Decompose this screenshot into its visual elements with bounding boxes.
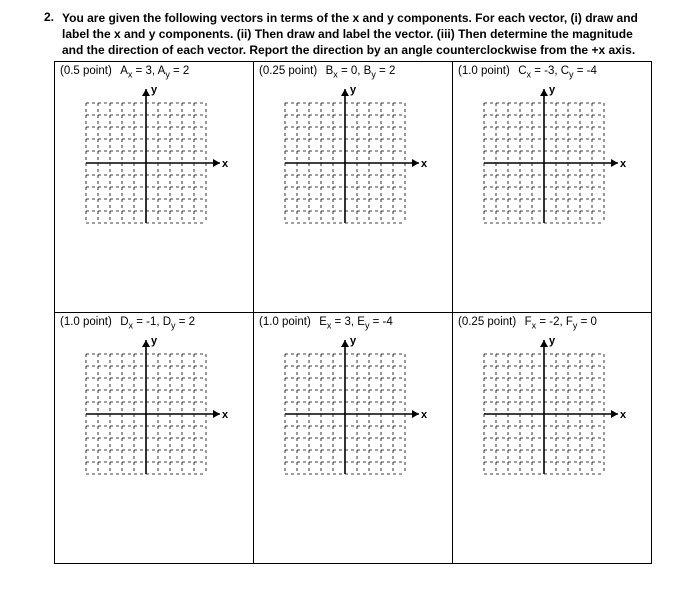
- cell-D: (1.0 point) Dx = -1, Dy = 2 xy: [55, 312, 254, 563]
- svg-text:x: x: [421, 409, 428, 421]
- cell-B: (0.25 point) Bx = 0, By = 2 xy: [254, 61, 453, 312]
- cell-A-axes-wrap: xy: [60, 83, 248, 233]
- svg-text:y: y: [549, 335, 556, 347]
- cell-C-axes-wrap: xy: [458, 83, 646, 233]
- cell-C: (1.0 point) Cx = -3, Cy = -4 xy: [453, 61, 652, 312]
- svg-text:y: y: [350, 335, 357, 347]
- question-text: You are given the following vectors in t…: [62, 10, 658, 59]
- svg-text:x: x: [620, 409, 627, 421]
- cell-C-header: (1.0 point) Cx = -3, Cy = -4: [458, 65, 646, 77]
- cell-D-axes: xy: [64, 334, 244, 484]
- cell-C-points: (1.0 point): [458, 65, 510, 77]
- svg-text:x: x: [222, 409, 229, 421]
- svg-text:y: y: [549, 84, 556, 96]
- cell-E-points: (1.0 point): [259, 316, 311, 328]
- cell-D-vector: Dx = -1, Dy = 2: [117, 316, 195, 328]
- svg-text:y: y: [151, 335, 158, 347]
- worksheet-page: 2. You are given the following vectors i…: [0, 0, 686, 596]
- cell-A: (0.5 point) Ax = 3, Ay = 2 xy: [55, 61, 254, 312]
- cell-F-header: (0.25 point) Fx = -2, Fy = 0: [458, 316, 646, 328]
- cell-D-axes-wrap: xy: [60, 334, 248, 484]
- cell-B-vector: Bx = 0, By = 2: [322, 65, 395, 77]
- cell-E-vector: Ex = 3, Ey = -4: [316, 316, 393, 328]
- cell-C-vector: Cx = -3, Cy = -4: [515, 65, 597, 77]
- cell-F-axes-wrap: xy: [458, 334, 646, 484]
- prompt-line-3: and the direction of each vector. Report…: [62, 43, 635, 57]
- cell-A-axes: xy: [64, 83, 244, 233]
- svg-text:x: x: [421, 158, 428, 170]
- cell-F-axes: xy: [462, 334, 642, 484]
- cell-B-header: (0.25 point) Bx = 0, By = 2: [259, 65, 447, 77]
- cell-A-points: (0.5 point): [60, 65, 112, 77]
- cell-F: (0.25 point) Fx = -2, Fy = 0 xy: [453, 312, 652, 563]
- prompt-line-2: label the x and y components. (ii) Then …: [62, 27, 633, 41]
- vector-grid-table: (0.5 point) Ax = 3, Ay = 2 xy (0.25 poin…: [54, 61, 652, 564]
- cell-F-vector: Fx = -2, Fy = 0: [521, 316, 597, 328]
- cell-E-header: (1.0 point) Ex = 3, Ey = -4: [259, 316, 447, 328]
- cell-D-header: (1.0 point) Dx = -1, Dy = 2: [60, 316, 248, 328]
- cell-A-vector: Ax = 3, Ay = 2: [117, 65, 189, 77]
- prompt-line-1: You are given the following vectors in t…: [62, 11, 638, 25]
- cell-E-axes-wrap: xy: [259, 334, 447, 484]
- question-prompt: 2. You are given the following vectors i…: [28, 10, 658, 59]
- svg-text:y: y: [350, 84, 357, 96]
- cell-A-header: (0.5 point) Ax = 3, Ay = 2: [60, 65, 248, 77]
- cell-F-points: (0.25 point): [458, 316, 516, 328]
- question-number: 2.: [28, 10, 62, 24]
- svg-text:x: x: [620, 158, 627, 170]
- cell-B-points: (0.25 point): [259, 65, 317, 77]
- cell-B-axes-wrap: xy: [259, 83, 447, 233]
- svg-text:y: y: [151, 84, 158, 96]
- cell-E-axes: xy: [263, 334, 443, 484]
- cell-B-axes: xy: [263, 83, 443, 233]
- svg-text:x: x: [222, 158, 229, 170]
- cell-E: (1.0 point) Ex = 3, Ey = -4 xy: [254, 312, 453, 563]
- cell-D-points: (1.0 point): [60, 316, 112, 328]
- cell-C-axes: xy: [462, 83, 642, 233]
